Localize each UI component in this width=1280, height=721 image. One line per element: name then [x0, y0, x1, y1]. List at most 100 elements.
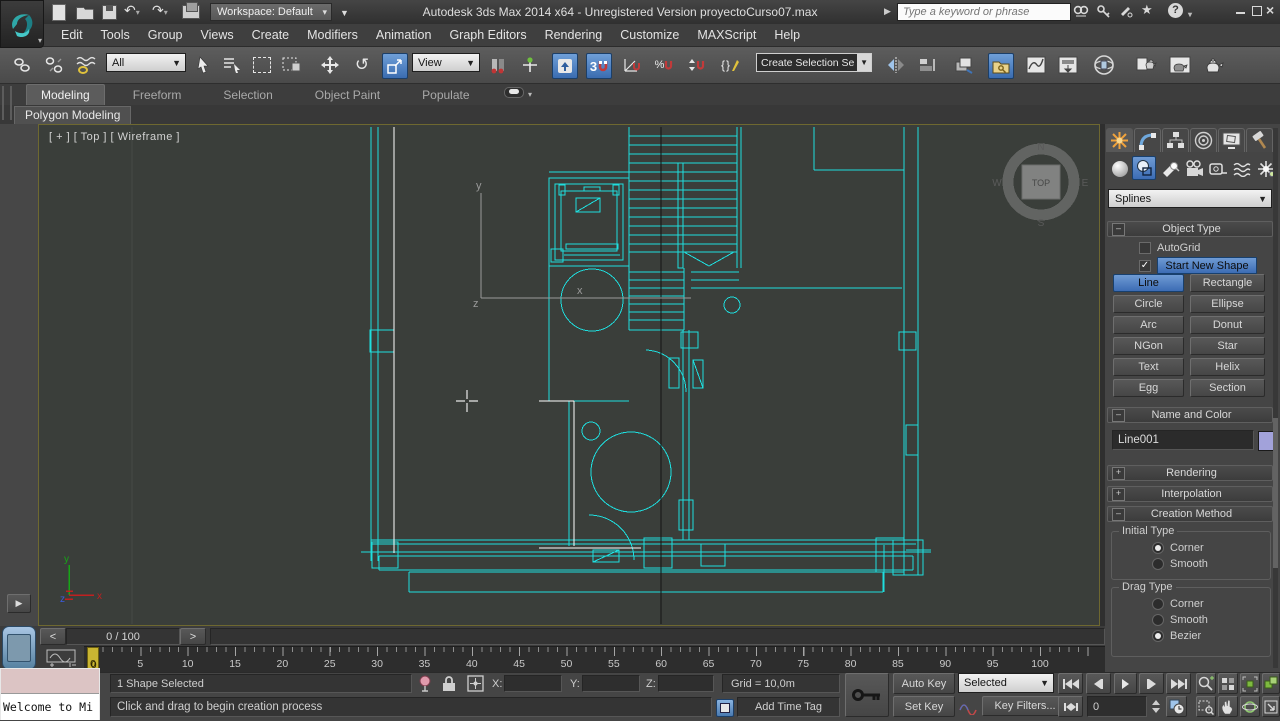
menu-help[interactable]: Help	[765, 25, 809, 45]
menu-maxscript[interactable]: MAXScript	[688, 25, 765, 45]
select-and-scale-button[interactable]	[382, 53, 408, 79]
curve-editor-icon[interactable]	[1024, 53, 1048, 77]
ribbon-flyout-button[interactable]: ▾	[503, 84, 532, 102]
next-frame-button[interactable]	[1139, 673, 1164, 694]
render-setup-icon[interactable]	[1134, 53, 1158, 77]
time-configuration-button[interactable]	[1166, 696, 1187, 717]
menu-create[interactable]: Create	[243, 25, 299, 45]
ribbon-tab-selection[interactable]: Selection	[209, 85, 286, 105]
spinner-down-arrow[interactable]	[1151, 708, 1160, 713]
listener-script-line[interactable]: Welcome to Mi	[1, 694, 99, 720]
auto-key-button[interactable]: Auto Key	[893, 673, 955, 694]
window-crossing-toggle-icon[interactable]	[280, 53, 304, 77]
zoom-region-button[interactable]	[1196, 696, 1216, 717]
add-time-tag-field[interactable]: Add Time Tag	[737, 697, 840, 717]
category-cameras[interactable]	[1182, 157, 1205, 180]
zoom-extents-all-button[interactable]	[1262, 673, 1280, 694]
rendered-frame-window-icon[interactable]	[1168, 53, 1192, 77]
undo-flyout-arrow[interactable]: ▾	[136, 8, 140, 17]
shape-button-arc[interactable]: Arc	[1113, 316, 1184, 334]
ribbon-tab-modeling[interactable]: Modeling	[26, 84, 105, 105]
menu-tools[interactable]: Tools	[92, 25, 139, 45]
render-production-icon[interactable]	[1202, 53, 1226, 77]
current-frame-field[interactable]: 0	[1087, 696, 1147, 717]
percent-snap-toggle-icon[interactable]: %	[652, 53, 676, 77]
drag-type-radio-corner[interactable]	[1152, 598, 1164, 610]
start-new-shape-button[interactable]: Start New Shape	[1157, 257, 1257, 274]
save-file-button[interactable]	[102, 5, 117, 20]
isolate-selection-icon[interactable]	[416, 674, 434, 698]
tab-create[interactable]	[1106, 128, 1133, 152]
next-frame-nav-button[interactable]: >	[180, 628, 206, 645]
default-in-out-tangents-icon[interactable]	[958, 697, 978, 720]
shape-button-ngon[interactable]: NGon	[1113, 337, 1184, 355]
rollout-object-type[interactable]: – Object Type	[1107, 221, 1273, 237]
open-mini-curve-editor-button[interactable]	[2, 626, 36, 670]
redo-button[interactable]: ↷▾	[152, 2, 168, 19]
set-key-button[interactable]: Set Key	[893, 696, 955, 717]
initial-type-radio-smooth[interactable]	[1152, 558, 1164, 570]
menu-animation[interactable]: Animation	[367, 25, 441, 45]
initial-type-option-corner[interactable]: Corner	[1152, 542, 1270, 554]
tab-hierarchy[interactable]	[1162, 128, 1189, 152]
shape-button-donut[interactable]: Donut	[1190, 316, 1265, 334]
menu-edit[interactable]: Edit	[52, 25, 92, 45]
track-bar-strip[interactable]	[210, 628, 1105, 645]
edit-named-selection-sets-icon[interactable]: { }	[718, 53, 742, 77]
reference-coordinate-arrow[interactable]: ▼	[462, 58, 479, 68]
key-filters-button[interactable]: Key Filters...	[982, 696, 1068, 716]
bind-to-space-warp-icon[interactable]	[74, 53, 98, 77]
menu-group[interactable]: Group	[139, 25, 192, 45]
viewport-top[interactable]: y z x TOP N S W E y z x [ + ] [ Top ] [ …	[38, 124, 1100, 626]
tab-utilities[interactable]	[1246, 128, 1273, 152]
zoom-extents-button[interactable]	[1240, 673, 1260, 694]
rollout-name-and-color[interactable]: – Name and Color	[1107, 407, 1273, 423]
tab-display[interactable]	[1218, 128, 1245, 152]
key-mode-toggle-button[interactable]	[1058, 696, 1083, 717]
category-helpers[interactable]	[1206, 157, 1229, 180]
shape-button-star[interactable]: Star	[1190, 337, 1265, 355]
spinner-snap-toggle-icon[interactable]	[684, 53, 708, 77]
tab-modify[interactable]	[1134, 128, 1161, 152]
prev-frame-nav-button[interactable]: <	[40, 628, 66, 645]
shape-button-line[interactable]: Line	[1113, 274, 1184, 292]
drag-type-radio-bezier[interactable]	[1152, 630, 1164, 642]
schematic-view-icon[interactable]	[1056, 53, 1080, 77]
select-and-rotate-icon[interactable]: ↺	[350, 53, 374, 77]
align-icon[interactable]	[916, 53, 940, 77]
maximize-viewport-toggle-button[interactable]	[1262, 696, 1280, 717]
rollout-creation-method[interactable]: – Creation Method	[1107, 506, 1273, 522]
select-and-link-icon[interactable]	[10, 53, 34, 77]
category-space-warps[interactable]	[1230, 157, 1253, 180]
ribbon-grip[interactable]	[2, 86, 12, 120]
start-new-shape-row[interactable]: ✓ Start New Shape	[1139, 257, 1257, 274]
pan-view-button[interactable]	[1218, 696, 1238, 717]
close-button[interactable]: ×	[1266, 2, 1274, 18]
go-to-start-button[interactable]	[1058, 673, 1083, 694]
time-tag-icon[interactable]	[716, 699, 734, 717]
category-dropdown[interactable]: Splines ▼	[1108, 189, 1272, 208]
selection-set-filter-arrow[interactable]: ▼	[1036, 678, 1053, 688]
restore-button[interactable]	[1252, 6, 1262, 16]
new-file-button[interactable]	[52, 4, 66, 21]
ribbon-panel-polygon-modeling[interactable]: Polygon Modeling	[14, 106, 132, 125]
search-input[interactable]	[897, 3, 1071, 21]
open-file-button[interactable]	[76, 7, 94, 20]
expand-left-panel-button[interactable]: ▶	[7, 594, 31, 613]
selection-set-filter-dropdown[interactable]: Selected ▼	[958, 673, 1054, 693]
workspace-flyout-button[interactable]: ▼	[340, 8, 349, 18]
rollout-interpolation[interactable]: + Interpolation	[1107, 486, 1273, 502]
ribbon-tab-populate[interactable]: Populate	[408, 85, 483, 105]
z-coordinate-field[interactable]	[658, 675, 714, 692]
mirror-icon[interactable]	[884, 53, 908, 77]
keyboard-shortcut-override-button[interactable]	[552, 53, 578, 79]
angle-snap-toggle-icon[interactable]	[620, 53, 644, 77]
scrollbar-thumb[interactable]	[1273, 418, 1278, 568]
zoom-all-button[interactable]	[1218, 673, 1238, 694]
category-geometry[interactable]	[1108, 157, 1131, 180]
maxscript-mini-listener[interactable]: Welcome to Mi	[0, 668, 100, 720]
rollout-rendering[interactable]: + Rendering	[1107, 465, 1273, 481]
frame-spinner[interactable]	[1149, 696, 1162, 717]
viewport-label[interactable]: [ + ] [ Top ] [ Wireframe ]	[49, 131, 180, 143]
menu-rendering[interactable]: Rendering	[536, 25, 612, 45]
